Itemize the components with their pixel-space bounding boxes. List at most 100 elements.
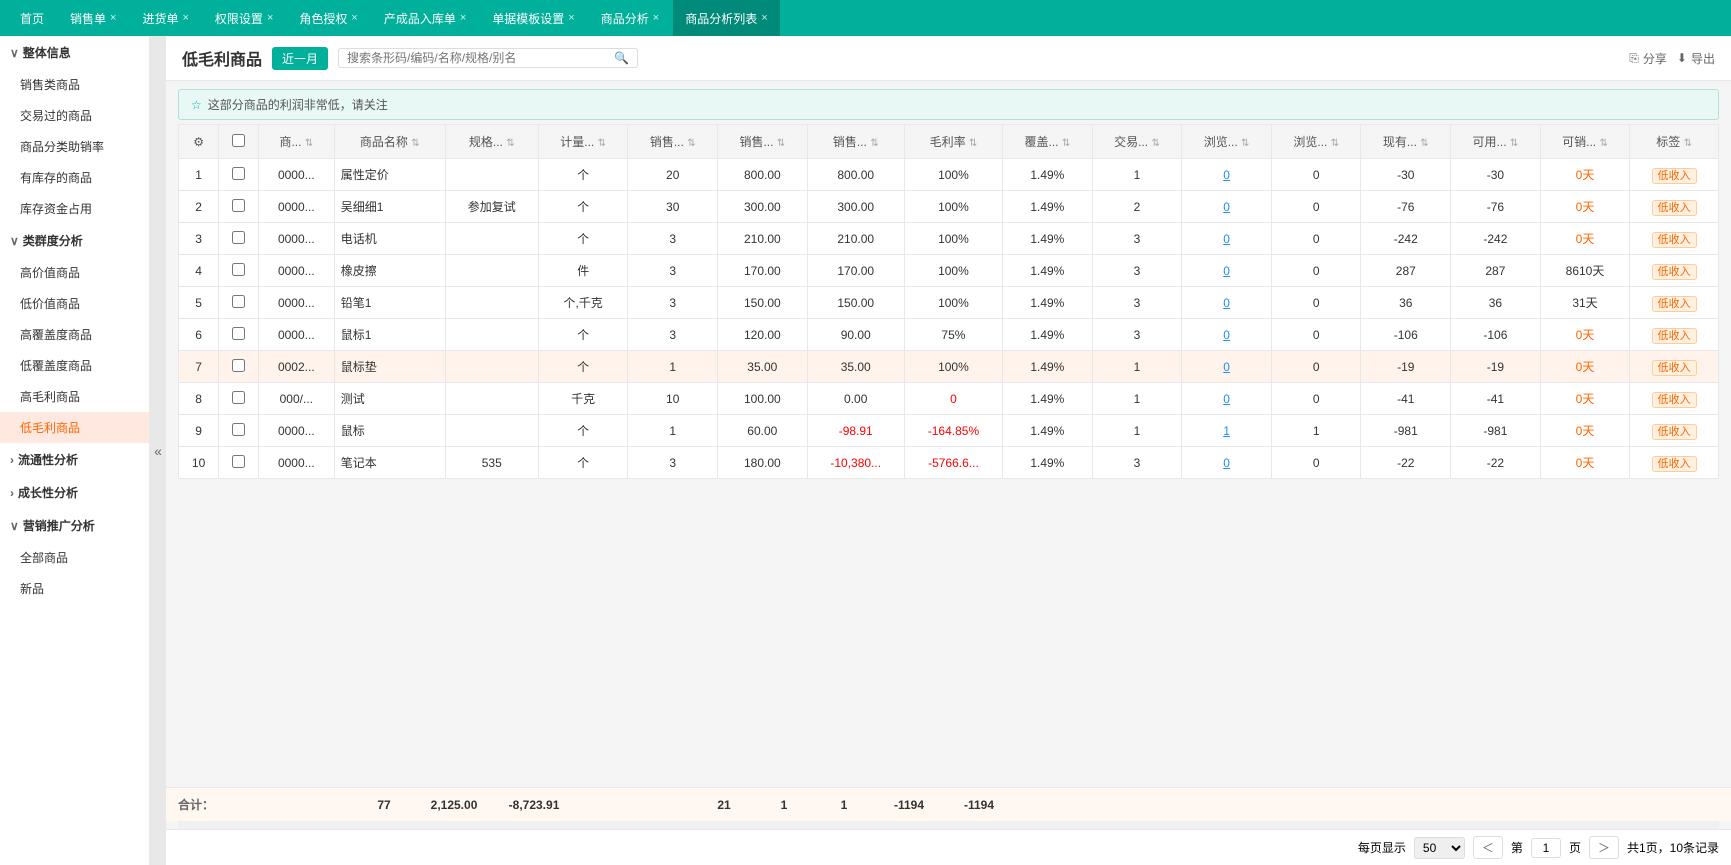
nav-item-purchase[interactable]: 进货单 × xyxy=(130,0,200,36)
row-checkbox[interactable] xyxy=(232,295,245,308)
col-checkbox[interactable] xyxy=(219,125,259,159)
nav-item-product-analysis[interactable]: 商品分析 × xyxy=(589,0,671,36)
cell-view1[interactable]: 0 xyxy=(1182,447,1272,479)
share-button[interactable]: ⎘ 分享 xyxy=(1629,50,1667,67)
sidebar-item-high-value[interactable]: 高价值商品 xyxy=(0,257,149,288)
nav-item-sales[interactable]: 销售单 × xyxy=(58,0,128,36)
nav-close-role[interactable]: × xyxy=(351,12,357,24)
col-view2[interactable]: 浏览... ⇅ xyxy=(1271,125,1361,159)
row-checkbox[interactable] xyxy=(232,263,245,276)
row-checkbox[interactable] xyxy=(232,167,245,180)
cell-view1[interactable]: 1 xyxy=(1182,415,1272,447)
cell-checkbox[interactable] xyxy=(219,415,259,447)
row-checkbox[interactable] xyxy=(232,391,245,404)
sidebar-item-high-coverage[interactable]: 高覆盖度商品 xyxy=(0,319,149,350)
nav-item-home[interactable]: 首页 xyxy=(8,0,56,36)
col-current[interactable]: 现有... ⇅ xyxy=(1361,125,1451,159)
search-box[interactable]: 🔍 xyxy=(338,48,638,68)
cell-checkbox[interactable] xyxy=(219,319,259,351)
search-input[interactable] xyxy=(347,51,614,65)
cell-checkbox[interactable] xyxy=(219,159,259,191)
export-button[interactable]: ⬇ 导出 xyxy=(1677,50,1715,67)
horizontal-scrollbar[interactable] xyxy=(178,821,1719,829)
sidebar-collapse-button[interactable]: « xyxy=(150,36,166,865)
cell-view1[interactable]: 0 xyxy=(1182,223,1272,255)
nav-item-product-storage[interactable]: 产成品入库单 × xyxy=(372,0,478,36)
sidebar-group-liquidity[interactable]: › 流通性分析 xyxy=(0,443,149,476)
col-available[interactable]: 可用... ⇅ xyxy=(1451,125,1541,159)
nav-close-sales[interactable]: × xyxy=(110,12,116,24)
col-sales-price[interactable]: 销售... ⇅ xyxy=(718,125,808,159)
sidebar-item-all-goods[interactable]: 全部商品 xyxy=(0,542,149,573)
col-gross-rate[interactable]: 毛利率 ⇅ xyxy=(904,125,1002,159)
row-checkbox[interactable] xyxy=(232,455,245,468)
cell-available: -76 xyxy=(1451,191,1541,223)
col-spec[interactable]: 规格... ⇅ xyxy=(445,125,538,159)
sidebar-item-new-goods[interactable]: 新品 xyxy=(0,573,149,604)
nav-close-product-storage[interactable]: × xyxy=(460,12,466,24)
nav-close-template[interactable]: × xyxy=(568,12,574,24)
cell-view1[interactable]: 0 xyxy=(1182,287,1272,319)
page-size-select[interactable]: 50 100 200 xyxy=(1414,837,1465,859)
cell-checkbox[interactable] xyxy=(219,223,259,255)
sidebar-item-high-margin[interactable]: 高毛利商品 xyxy=(0,381,149,412)
col-name[interactable]: 商品名称 ⇅ xyxy=(334,125,445,159)
cell-checkbox[interactable] xyxy=(219,255,259,287)
footer-spacer3 xyxy=(634,798,694,812)
sidebar-item-traded-goods[interactable]: 交易过的商品 xyxy=(0,100,149,131)
next-page-button[interactable]: ＞ xyxy=(1589,836,1619,859)
prev-page-button[interactable]: ＜ xyxy=(1473,836,1503,859)
cell-checkbox[interactable] xyxy=(219,447,259,479)
sidebar-group-cluster[interactable]: ∨ 类群度分析 xyxy=(0,224,149,257)
cell-checkbox[interactable] xyxy=(219,191,259,223)
cell-view1[interactable]: 0 xyxy=(1182,255,1272,287)
sidebar-item-low-value[interactable]: 低价值商品 xyxy=(0,288,149,319)
nav-item-role[interactable]: 角色授权 × xyxy=(287,0,369,36)
cell-view1[interactable]: 0 xyxy=(1182,191,1272,223)
time-filter-button[interactable]: 近一月 xyxy=(272,47,328,70)
sidebar-item-capital-usage[interactable]: 库存资金占用 xyxy=(0,193,149,224)
sidebar-item-sales-goods[interactable]: 销售类商品 xyxy=(0,69,149,100)
col-code[interactable]: 商... ⇅ xyxy=(258,125,334,159)
sidebar-group-growth[interactable]: › 成长性分析 xyxy=(0,476,149,509)
cell-checkbox[interactable] xyxy=(219,351,259,383)
nav-item-product-analysis-list[interactable]: 商品分析列表 × xyxy=(673,0,779,36)
cell-view1[interactable]: 0 xyxy=(1182,159,1272,191)
col-coverage[interactable]: 覆盖... ⇅ xyxy=(1003,125,1093,159)
sidebar-item-low-margin[interactable]: 低毛利商品 xyxy=(0,412,149,443)
col-settings[interactable]: ⚙ xyxy=(179,125,219,159)
cell-view1[interactable]: 0 xyxy=(1182,351,1272,383)
col-sales-qty[interactable]: 销售... ⇅ xyxy=(628,125,718,159)
col-saleable[interactable]: 可销... ⇅ xyxy=(1540,125,1630,159)
nav-close-purchase[interactable]: × xyxy=(182,12,188,24)
col-unit[interactable]: 计量... ⇅ xyxy=(538,125,628,159)
nav-close-product-analysis-list[interactable]: × xyxy=(761,12,767,24)
row-checkbox[interactable] xyxy=(232,423,245,436)
sidebar-item-category-rate[interactable]: 商品分类助销率 xyxy=(0,131,149,162)
sidebar-group-marketing[interactable]: ∨ 营销推广分析 xyxy=(0,509,149,542)
cell-checkbox[interactable] xyxy=(219,287,259,319)
nav-close-permission[interactable]: × xyxy=(267,12,273,24)
nav-close-product-analysis[interactable]: × xyxy=(653,12,659,24)
cell-view1[interactable]: 0 xyxy=(1182,319,1272,351)
page-number-input[interactable] xyxy=(1531,838,1561,858)
search-icon[interactable]: 🔍 xyxy=(614,51,629,65)
select-all-checkbox[interactable] xyxy=(232,134,245,147)
cell-trade: 2 xyxy=(1092,191,1182,223)
nav-item-permission[interactable]: 权限设置 × xyxy=(203,0,285,36)
sidebar-item-low-coverage[interactable]: 低覆盖度商品 xyxy=(0,350,149,381)
col-sales-amount[interactable]: 销售... ⇅ xyxy=(807,125,904,159)
col-view1[interactable]: 浏览... ⇅ xyxy=(1182,125,1272,159)
col-trade[interactable]: 交易... ⇅ xyxy=(1092,125,1182,159)
row-checkbox[interactable] xyxy=(232,231,245,244)
row-checkbox[interactable] xyxy=(232,327,245,340)
sidebar-group-overall[interactable]: ∨ 整体信息 xyxy=(0,36,149,69)
nav-item-template[interactable]: 单据模板设置 × xyxy=(480,0,586,36)
row-checkbox[interactable] xyxy=(232,199,245,212)
cell-checkbox[interactable] xyxy=(219,383,259,415)
row-checkbox[interactable] xyxy=(232,359,245,372)
col-tag[interactable]: 标签 ⇅ xyxy=(1630,125,1719,159)
cell-view1[interactable]: 0 xyxy=(1182,383,1272,415)
sidebar-item-stock-goods[interactable]: 有库存的商品 xyxy=(0,162,149,193)
table-wrapper[interactable]: ⚙ 商... ⇅ 商品名称 ⇅ 规格... ⇅ 计量... ⇅ 销售... ⇅ … xyxy=(166,124,1731,787)
